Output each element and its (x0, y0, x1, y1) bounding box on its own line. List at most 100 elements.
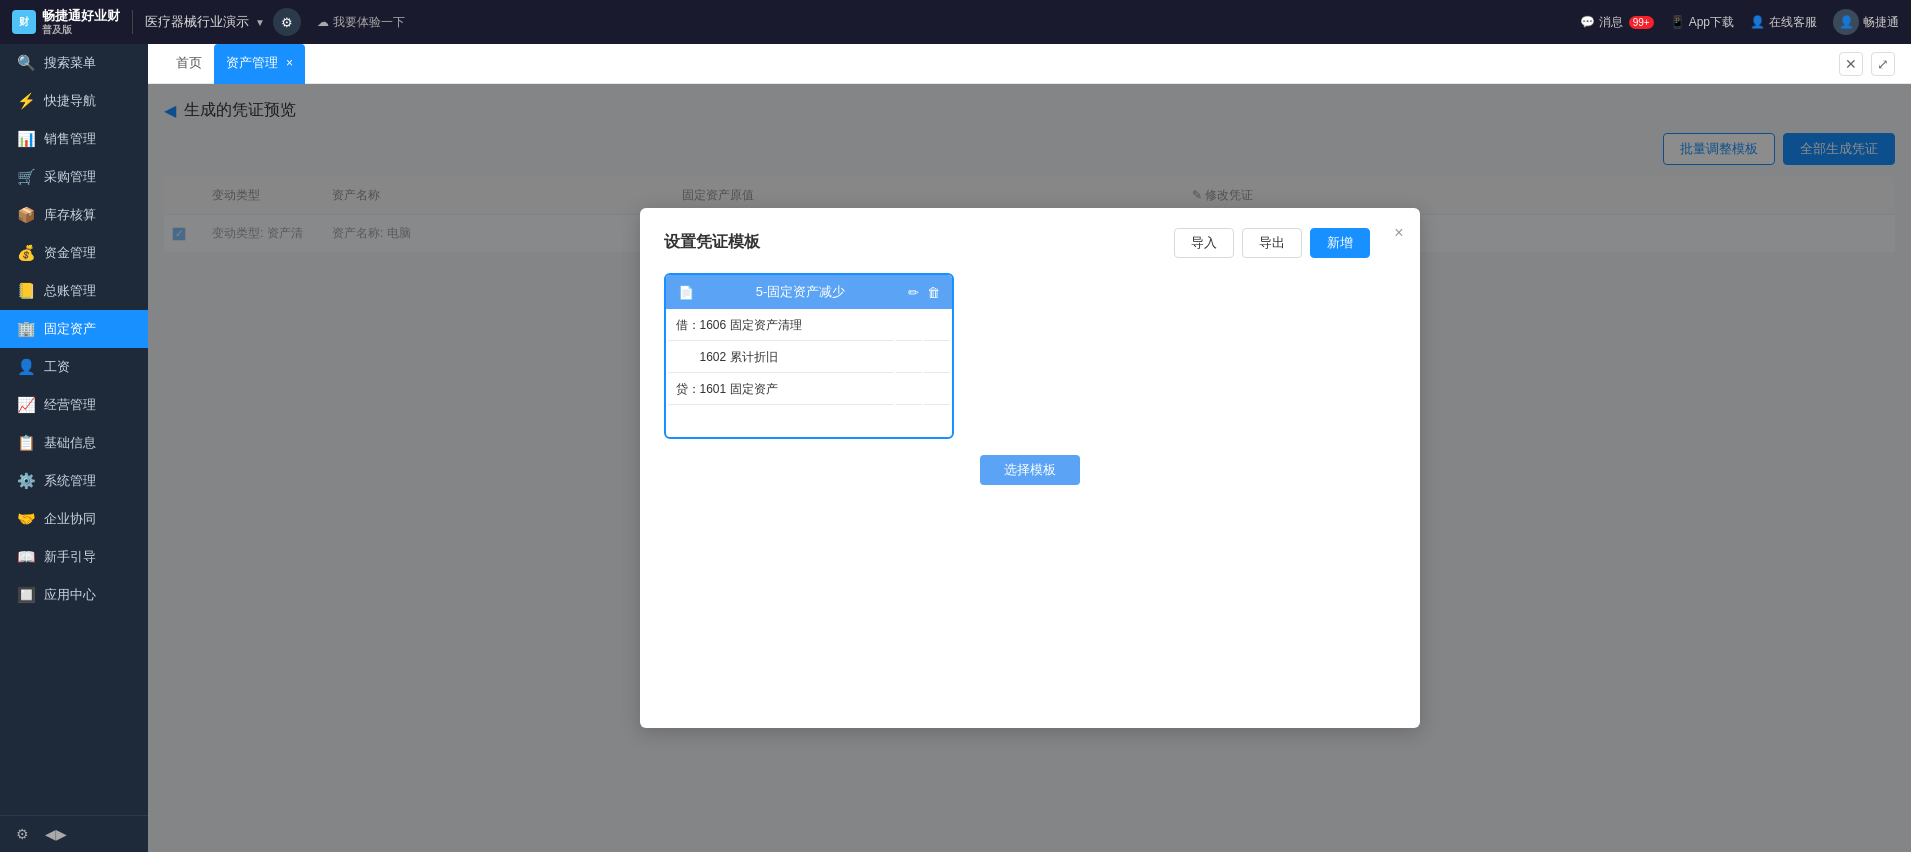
sidebar-item-payroll[interactable]: 👤 工资 (0, 348, 148, 386)
cart-icon: 🛒 (16, 168, 36, 186)
template-row-empty (668, 407, 950, 435)
settings-bottom-icon[interactable]: ⚙ (16, 826, 29, 842)
sidebar-item-sales[interactable]: 📊 销售管理 (0, 120, 148, 158)
window-close-btn[interactable]: ✕ (1839, 52, 1863, 76)
sidebar-scroll: 🔍 搜索菜单 ⚡ 快捷导航 📊 销售管理 🛒 采购管理 📦 库存核算 (0, 44, 148, 815)
template-cell-label: 贷：1601 固定资产 (668, 375, 895, 405)
template-cell-label: 借：1606 固定资产清理 (668, 311, 895, 341)
template-row-debit2: 1602 累计折旧 (668, 343, 950, 373)
sidebar-label: 系统管理 (44, 472, 96, 490)
user-avatar: 👤 (1833, 9, 1859, 35)
sidebar-label: 快捷导航 (44, 92, 96, 110)
sidebar-item-inventory[interactable]: 📦 库存核算 (0, 196, 148, 234)
sidebar-item-system[interactable]: ⚙️ 系统管理 (0, 462, 148, 500)
import-btn[interactable]: 导入 (1174, 228, 1234, 258)
tab-close-icon[interactable]: × (286, 56, 293, 70)
new-btn[interactable]: 新增 (1310, 228, 1370, 258)
sidebar-label: 销售管理 (44, 130, 96, 148)
template-card: 📄 5-固定资产减少 ✏ 🗑 借：1606 固定资产清理 (664, 273, 954, 439)
sidebar-label: 搜索菜单 (44, 54, 96, 72)
company-selector[interactable]: 医疗器械行业演示 ▼ (145, 13, 265, 31)
logo-text: 畅捷通好业财 普及版 (42, 8, 120, 36)
sidebar-label: 新手引导 (44, 548, 96, 566)
sidebar-label: 基础信息 (44, 434, 96, 452)
handshake-icon: 🤝 (16, 510, 36, 528)
messages-badge: 99+ (1629, 16, 1654, 29)
sidebar-label: 资金管理 (44, 244, 96, 262)
box-icon: 📦 (16, 206, 36, 224)
template-cell-val2 (924, 311, 950, 341)
page-content: ◀ 生成的凭证预览 批量调整模板 全部生成凭证 变动类型 资产名称 固定资产原值 (148, 84, 1911, 852)
template-card-title: 5-固定资产减少 (756, 283, 846, 301)
app-download-btn[interactable]: 📱 App下载 (1670, 14, 1734, 31)
top-bar: 财 畅捷通好业财 普及版 医疗器械行业演示 ▼ ⚙ ☁ 我要体验一下 💬 消息 … (0, 0, 1911, 44)
online-service-btn[interactable]: 👤 在线客服 (1750, 14, 1817, 31)
sidebar-item-operations[interactable]: 📈 经营管理 (0, 386, 148, 424)
search-icon: 🔍 (16, 54, 36, 72)
dialog-actions: 导入 导出 新增 (1174, 228, 1370, 258)
person-icon: 👤 (16, 358, 36, 376)
book-icon: 📒 (16, 282, 36, 300)
template-cell-label: 1602 累计折旧 (668, 343, 895, 373)
top-bar-divider (132, 10, 133, 34)
sidebar-item-search[interactable]: 🔍 搜索菜单 (0, 44, 148, 82)
template-delete-icon[interactable]: 🗑 (927, 285, 940, 300)
sidebar-item-fixed-assets[interactable]: 🏢 固定资产 (0, 310, 148, 348)
template-card-icons: ✏ 🗑 (908, 285, 940, 300)
logo-icon: 财 (12, 10, 36, 34)
tab-bar: 首页 资产管理 × ✕ ⤢ (148, 44, 1911, 84)
template-row-debit1: 借：1606 固定资产清理 (668, 311, 950, 341)
download-icon: 📱 (1670, 15, 1685, 29)
template-edit-icon[interactable]: ✏ (908, 285, 919, 300)
sidebar-item-finance[interactable]: 💰 资金管理 (0, 234, 148, 272)
sidebar-bottom: ⚙ ◀▶ (0, 815, 148, 852)
sidebar-item-guide[interactable]: 📖 新手引导 (0, 538, 148, 576)
export-btn[interactable]: 导出 (1242, 228, 1302, 258)
sidebar-item-quick-nav[interactable]: ⚡ 快捷导航 (0, 82, 148, 120)
dialog-overlay: 设置凭证模板 导入 导出 新增 × 📄 5-固定资产减少 (148, 84, 1911, 852)
logo-main: 畅捷通好业财 (42, 8, 120, 24)
window-controls: ✕ ⤢ (1839, 52, 1895, 76)
chart-icon: 📊 (16, 130, 36, 148)
content-area: 首页 资产管理 × ✕ ⤢ ◀ 生成的凭证预览 (148, 44, 1911, 852)
sidebar: 🔍 搜索菜单 ⚡ 快捷导航 📊 销售管理 🛒 采购管理 📦 库存核算 (0, 44, 148, 852)
app-logo: 财 畅捷通好业财 普及版 (12, 8, 120, 36)
company-name: 医疗器械行业演示 (145, 13, 249, 31)
collapse-icon[interactable]: ◀▶ (45, 826, 67, 842)
settings-dialog: 设置凭证模板 导入 导出 新增 × 📄 5-固定资产减少 (640, 208, 1420, 728)
template-file-icon: 📄 (678, 285, 694, 300)
lightning-icon: ⚡ (16, 92, 36, 110)
dropdown-icon: ▼ (255, 17, 265, 28)
select-template-btn[interactable]: 选择模板 (980, 455, 1080, 485)
sidebar-item-ledger[interactable]: 📒 总账管理 (0, 272, 148, 310)
window-expand-btn[interactable]: ⤢ (1871, 52, 1895, 76)
template-cell-val2 (924, 343, 950, 373)
cloud-icon: ☁ (317, 15, 329, 29)
template-cell-val1 (896, 343, 922, 373)
messages-btn[interactable]: 💬 消息 99+ (1580, 14, 1654, 31)
tab-asset-management[interactable]: 资产管理 × (214, 44, 305, 84)
user-menu[interactable]: 👤 畅捷通 (1833, 9, 1899, 35)
sidebar-item-cooperation[interactable]: 🤝 企业协同 (0, 500, 148, 538)
tab-home[interactable]: 首页 (164, 44, 214, 84)
sidebar-label: 工资 (44, 358, 70, 376)
experience-link[interactable]: ☁ 我要体验一下 (317, 14, 405, 31)
logo-sub: 普及版 (42, 24, 120, 36)
sidebar-item-purchase[interactable]: 🛒 采购管理 (0, 158, 148, 196)
template-row-credit1: 贷：1601 固定资产 (668, 375, 950, 405)
dialog-close-btn[interactable]: × (1394, 224, 1403, 242)
sidebar-label: 采购管理 (44, 168, 96, 186)
sidebar-label: 企业协同 (44, 510, 96, 528)
gear-icon: ⚙️ (16, 472, 36, 490)
template-cell-val1 (896, 311, 922, 341)
money-icon: 💰 (16, 244, 36, 262)
template-cell-val2 (924, 375, 950, 405)
sidebar-label: 应用中心 (44, 586, 96, 604)
message-icon: 💬 (1580, 15, 1595, 29)
trend-icon: 📈 (16, 396, 36, 414)
list-icon: 📋 (16, 434, 36, 452)
settings-icon[interactable]: ⚙ (273, 8, 301, 36)
sidebar-item-basic-info[interactable]: 📋 基础信息 (0, 424, 148, 462)
sidebar-item-app-center[interactable]: 🔲 应用中心 (0, 576, 148, 614)
sidebar-label: 固定资产 (44, 320, 96, 338)
